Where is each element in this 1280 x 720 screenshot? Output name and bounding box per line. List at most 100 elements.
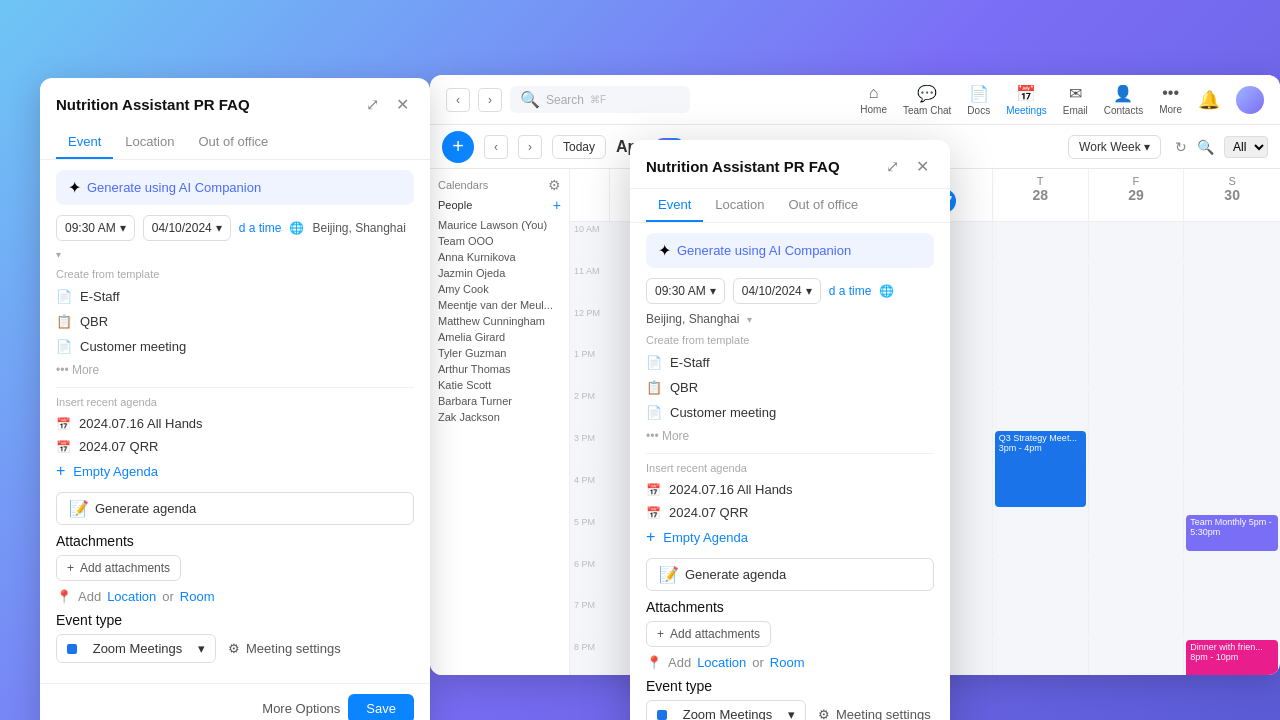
cell-sun-10[interactable] bbox=[1184, 222, 1280, 262]
cell-sun-1[interactable] bbox=[1184, 347, 1280, 387]
cell-sun-7[interactable] bbox=[1184, 598, 1280, 638]
front-meeting-settings-btn[interactable]: ⚙ Meeting settings bbox=[818, 707, 931, 720]
cell-fri-6[interactable] bbox=[993, 557, 1089, 597]
template-customer[interactable]: 📄 Customer meeting bbox=[56, 334, 414, 359]
cell-fri-11[interactable] bbox=[993, 264, 1089, 304]
front-empty-agenda-item[interactable]: + Empty Agenda bbox=[646, 524, 934, 550]
cell-fri-2[interactable] bbox=[993, 389, 1089, 429]
nav-teamchat[interactable]: 💬 Team Chat bbox=[903, 84, 951, 116]
cell-sat-3[interactable] bbox=[1089, 431, 1185, 471]
room-link[interactable]: Room bbox=[180, 589, 215, 604]
cell-sat-12[interactable] bbox=[1089, 306, 1185, 346]
agenda-item-2[interactable]: 📅 2024.07 QRR bbox=[56, 435, 414, 458]
refresh-btn[interactable]: ↻ bbox=[1175, 139, 1187, 155]
notification-bell[interactable]: 🔔 bbox=[1198, 89, 1220, 111]
sub-nav-back[interactable]: ‹ bbox=[484, 135, 508, 159]
cell-fri-10[interactable] bbox=[993, 222, 1089, 262]
nav-back-btn[interactable]: ‹ bbox=[446, 88, 470, 112]
front-more-templates-link[interactable]: ••• More bbox=[646, 425, 934, 447]
agenda-item-1[interactable]: 📅 2024.07.16 All Hands bbox=[56, 412, 414, 435]
expand-btn[interactable]: ⤢ bbox=[360, 92, 384, 116]
cell-sun-4[interactable] bbox=[1184, 473, 1280, 513]
cell-sat-4[interactable] bbox=[1089, 473, 1185, 513]
cell-sun-6[interactable] bbox=[1184, 557, 1280, 597]
front-date-select[interactable]: 04/10/2024 ▾ bbox=[733, 278, 821, 304]
nav-meetings[interactable]: 📅 Meetings bbox=[1006, 84, 1047, 116]
add-person-btn[interactable]: + bbox=[553, 197, 561, 213]
location-link[interactable]: Location bbox=[107, 589, 156, 604]
new-event-btn[interactable]: + bbox=[442, 131, 474, 163]
cell-sat-5[interactable] bbox=[1089, 515, 1185, 555]
date-select[interactable]: 04/10/2024 ▾ bbox=[143, 215, 231, 241]
event-teammonthly[interactable]: Team Monthly 5pm - 5:30pm bbox=[1186, 515, 1278, 551]
search-bar[interactable]: 🔍 Search ⌘F bbox=[510, 86, 690, 113]
template-qbr[interactable]: 📋 QBR bbox=[56, 309, 414, 334]
tab-location[interactable]: Location bbox=[113, 126, 186, 159]
template-estaff[interactable]: 📄 E-Staff bbox=[56, 284, 414, 309]
cell-sun-3[interactable] bbox=[1184, 431, 1280, 471]
user-avatar[interactable] bbox=[1236, 86, 1264, 114]
cell-sat-11[interactable] bbox=[1089, 264, 1185, 304]
time-select[interactable]: 09:30 AM ▾ bbox=[56, 215, 135, 241]
front-ai-companion-btn[interactable]: ✦ Generate using AI Companion bbox=[646, 233, 934, 268]
today-btn[interactable]: Today bbox=[552, 135, 606, 159]
cell-fri-3[interactable]: Q3 Strategy Meet...3pm - 4pm bbox=[993, 431, 1089, 471]
cell-sat-8[interactable] bbox=[1089, 640, 1185, 675]
filter-select[interactable]: All bbox=[1224, 136, 1268, 158]
cell-sat-10[interactable] bbox=[1089, 222, 1185, 262]
event-dinner[interactable]: Dinner with frien...8pm - 10pm bbox=[1186, 640, 1278, 675]
save-btn-back[interactable]: Save bbox=[348, 694, 414, 720]
cell-sat-7[interactable] bbox=[1089, 598, 1185, 638]
cell-fri-1[interactable] bbox=[993, 347, 1089, 387]
nav-fwd-btn[interactable]: › bbox=[478, 88, 502, 112]
ai-companion-btn[interactable]: ✦ Generate using AI Companion bbox=[56, 170, 414, 205]
nav-more[interactable]: ••• More bbox=[1159, 84, 1182, 115]
front-room-link[interactable]: Room bbox=[770, 655, 805, 670]
front-event-type-dropdown[interactable]: Zoom Meetings ▾ bbox=[646, 700, 806, 720]
front-add-time-link[interactable]: d a time bbox=[829, 284, 872, 298]
sub-nav-fwd[interactable]: › bbox=[518, 135, 542, 159]
settings-icon[interactable]: ⚙ bbox=[548, 177, 561, 193]
tab-out-of-office[interactable]: Out of office bbox=[186, 126, 280, 159]
cell-fri-8[interactable] bbox=[993, 640, 1089, 675]
more-options-btn-back[interactable]: More Options bbox=[262, 701, 340, 716]
close-btn[interactable]: ✕ bbox=[390, 92, 414, 116]
event-type-dropdown[interactable]: Zoom Meetings ▾ bbox=[56, 634, 216, 663]
front-generate-agenda-btn[interactable]: 📝 Generate agenda bbox=[646, 558, 934, 591]
tab-event[interactable]: Event bbox=[56, 126, 113, 159]
cell-sun-11[interactable] bbox=[1184, 264, 1280, 304]
front-time-select[interactable]: 09:30 AM ▾ bbox=[646, 278, 725, 304]
nav-home[interactable]: ⌂ Home bbox=[860, 84, 887, 115]
cell-sun-5[interactable]: Team Monthly 5pm - 5:30pm bbox=[1184, 515, 1280, 555]
search-btn[interactable]: 🔍 bbox=[1197, 139, 1214, 155]
front-add-attachments-btn[interactable]: + Add attachments bbox=[646, 621, 771, 647]
front-close-btn[interactable]: ✕ bbox=[910, 154, 934, 178]
cell-fri-7[interactable] bbox=[993, 598, 1089, 638]
front-location-link[interactable]: Location bbox=[697, 655, 746, 670]
nav-contacts[interactable]: 👤 Contacts bbox=[1104, 84, 1143, 116]
cell-sat-6[interactable] bbox=[1089, 557, 1185, 597]
front-tab-out-of-office[interactable]: Out of office bbox=[776, 189, 870, 222]
front-expand-btn[interactable]: ⤢ bbox=[880, 154, 904, 178]
cell-fri-12[interactable] bbox=[993, 306, 1089, 346]
front-agenda-item-1[interactable]: 📅 2024.07.16 All Hands bbox=[646, 478, 934, 501]
front-template-customer[interactable]: 📄 Customer meeting bbox=[646, 400, 934, 425]
more-templates-link[interactable]: ••• More bbox=[56, 359, 414, 381]
front-template-estaff[interactable]: 📄 E-Staff bbox=[646, 350, 934, 375]
front-agenda-item-2[interactable]: 📅 2024.07 QRR bbox=[646, 501, 934, 524]
cell-sun-12[interactable] bbox=[1184, 306, 1280, 346]
cell-sat-1[interactable] bbox=[1089, 347, 1185, 387]
cell-sat-2[interactable] bbox=[1089, 389, 1185, 429]
empty-agenda-item[interactable]: + Empty Agenda bbox=[56, 458, 414, 484]
cell-sun-8[interactable]: Dinner with frien...8pm - 10pm bbox=[1184, 640, 1280, 675]
generate-agenda-btn[interactable]: 📝 Generate agenda bbox=[56, 492, 414, 525]
event-q3strategy[interactable]: Q3 Strategy Meet...3pm - 4pm bbox=[995, 431, 1086, 507]
cell-fri-5[interactable] bbox=[993, 515, 1089, 555]
front-tab-location[interactable]: Location bbox=[703, 189, 776, 222]
front-tab-event[interactable]: Event bbox=[646, 189, 703, 222]
nav-docs[interactable]: 📄 Docs bbox=[967, 84, 990, 116]
add-attachments-btn[interactable]: + Add attachments bbox=[56, 555, 181, 581]
cell-sun-2[interactable] bbox=[1184, 389, 1280, 429]
nav-email[interactable]: ✉ Email bbox=[1063, 84, 1088, 116]
add-time-link[interactable]: d a time bbox=[239, 221, 282, 235]
